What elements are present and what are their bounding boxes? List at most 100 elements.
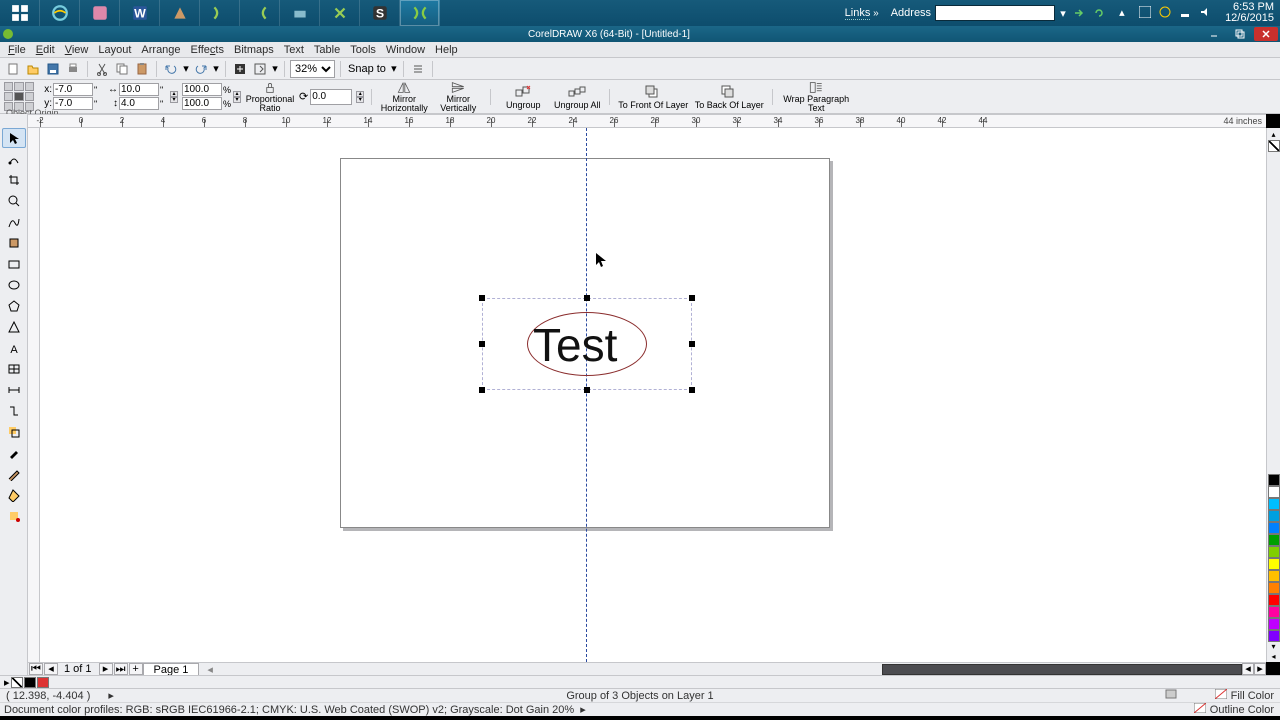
menu-table[interactable]: Table [314,44,340,56]
address-refresh-icon[interactable] [1091,5,1107,21]
handle-w[interactable] [479,341,485,347]
width-input[interactable] [119,83,159,96]
to-front-button[interactable]: To Front Of Layer [617,81,689,113]
handle-sw[interactable] [479,387,485,393]
address-input[interactable] [935,5,1055,21]
taskbar-clock[interactable]: 6:53 PM 12/6/2015 [1219,2,1280,24]
menu-help[interactable]: Help [435,44,458,56]
swatch[interactable] [1268,618,1280,630]
y-input[interactable] [53,97,93,110]
new-button[interactable] [4,60,22,78]
page-first-button[interactable]: ⏮ [29,663,43,675]
taskbar-links[interactable]: Links » [839,7,885,19]
hscroll-thumb[interactable] [882,664,1242,675]
swatch[interactable] [1268,582,1280,594]
tray-volume-icon[interactable] [1199,6,1213,20]
rotation-spinner[interactable]: ▴▾ [356,91,364,103]
taskbar-app-7[interactable] [280,0,320,26]
menu-view[interactable]: View [65,44,89,56]
basic-shapes-tool[interactable] [2,317,26,337]
taskbar-app-snagit[interactable]: S [360,0,400,26]
page-add-button[interactable]: + [129,663,143,675]
taskbar-app-8[interactable] [320,0,360,26]
mirror-vertical-button[interactable]: Mirror Vertically [433,81,483,113]
swatch[interactable] [1268,522,1280,534]
open-button[interactable] [24,60,42,78]
swatch[interactable] [1268,534,1280,546]
object-origin-grid[interactable] [4,82,34,112]
minimize-button[interactable] [1202,27,1226,41]
outline-swatch-icon[interactable] [1194,703,1206,716]
print-button[interactable] [64,60,82,78]
outline-tool[interactable] [2,464,26,484]
swatch[interactable] [1268,510,1280,522]
page-tab-1[interactable]: Page 1 [143,663,200,675]
paste-button[interactable] [133,60,151,78]
zoom-tool[interactable] [2,191,26,211]
tray-icon-2[interactable] [1139,6,1153,20]
canvas-area[interactable]: Test [40,128,1266,662]
proportional-lock-button[interactable]: Proportional Ratio [245,81,295,113]
menu-effects[interactable]: Effects [191,44,224,56]
scale-spinner[interactable]: ▴▾ [233,91,241,103]
height-input[interactable] [119,97,159,110]
undo-dropdown[interactable]: ▾ [182,60,190,78]
redo-button[interactable] [192,60,210,78]
handle-s[interactable] [584,387,590,393]
menu-arrange[interactable]: Arrange [141,44,180,56]
scale-x-input[interactable] [182,83,222,96]
page-last-button[interactable]: ⏭ [114,663,128,675]
taskbar-app-coreldraw[interactable] [400,0,440,26]
vertical-ruler[interactable] [28,128,40,662]
palette-up-icon[interactable]: ▴ [1268,130,1280,140]
swatch[interactable] [1268,630,1280,642]
swatch[interactable] [1268,486,1280,498]
scale-y-input[interactable] [182,97,222,110]
close-button[interactable] [1254,27,1278,41]
handle-n[interactable] [584,295,590,301]
taskbar-app-6[interactable] [240,0,280,26]
wrap-text-button[interactable]: Wrap Paragraph Text [780,81,852,113]
handle-ne[interactable] [689,295,695,301]
size-spinner[interactable]: ▴▾ [170,91,178,103]
freehand-tool[interactable] [2,212,26,232]
swatch[interactable] [1268,474,1280,486]
to-back-button[interactable]: To Back Of Layer [693,81,765,113]
redo-dropdown[interactable]: ▾ [212,60,220,78]
menu-window[interactable]: Window [386,44,425,56]
swatch[interactable] [1268,498,1280,510]
menu-tools[interactable]: Tools [350,44,376,56]
address-dropdown-icon[interactable]: ▾ [1059,4,1067,22]
handle-e[interactable] [689,341,695,347]
status-next-icon[interactable]: ▸ [108,689,114,702]
taskbar-app-4[interactable] [160,0,200,26]
connector-tool[interactable] [2,401,26,421]
x-input[interactable] [53,83,93,96]
vertical-guide[interactable] [586,128,587,662]
hscroll-left[interactable]: ◂ [1242,663,1254,675]
options-button[interactable] [409,60,427,78]
taskbar-app-word[interactable]: W [120,0,160,26]
swatch[interactable] [1268,546,1280,558]
smart-fill-tool[interactable] [2,233,26,253]
dimension-tool[interactable] [2,380,26,400]
status-view-icon[interactable] [1165,689,1177,702]
text-tool[interactable]: A [2,338,26,358]
export-dropdown[interactable]: ▾ [271,60,279,78]
mirror-horizontal-button[interactable]: Mirror Horizontally [379,81,429,113]
ungroup-button[interactable]: Ungroup [498,81,548,113]
horizontal-ruler[interactable]: 44 inches -20246810121416182022242628303… [28,114,1266,128]
save-button[interactable] [44,60,62,78]
crop-tool[interactable] [2,170,26,190]
fill-swatch-icon[interactable] [1215,689,1227,702]
address-go-icon[interactable] [1071,5,1087,21]
export-button[interactable] [251,60,269,78]
handle-se[interactable] [689,387,695,393]
swatch[interactable] [1268,606,1280,618]
import-button[interactable] [231,60,249,78]
zoom-select[interactable]: 32% [290,60,335,78]
tray-icon-3[interactable] [1159,6,1173,20]
tray-icon-1[interactable]: ▴ [1119,6,1133,20]
ellipse-tool[interactable] [2,275,26,295]
eyedropper-tool[interactable] [2,443,26,463]
